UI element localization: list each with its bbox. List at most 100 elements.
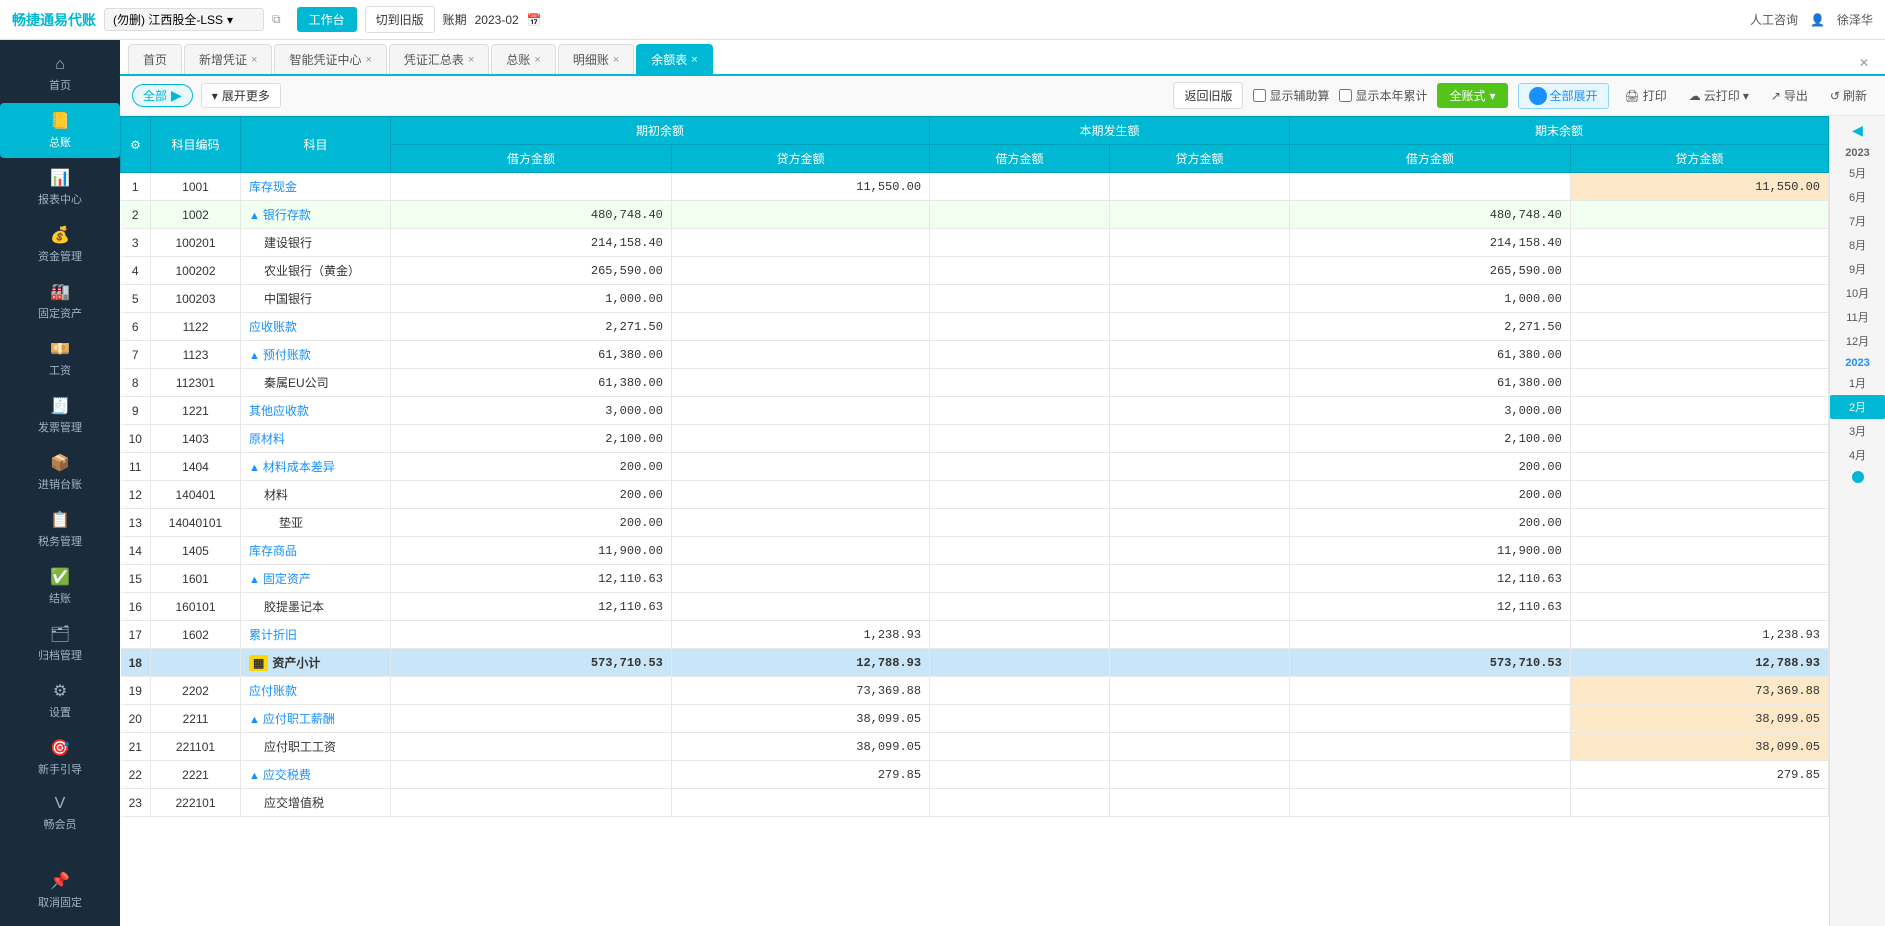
settings-header[interactable]: ⚙ — [121, 117, 151, 173]
company-selector[interactable]: (勿删) 江西股全-LSS ▾ — [104, 8, 264, 31]
sidebar-item-home[interactable]: ⌂ 首页 — [0, 48, 120, 101]
account-link[interactable]: 固定资产 — [263, 572, 311, 586]
account-link[interactable]: 应收账款 — [249, 320, 297, 334]
workbench-button[interactable]: 工作台 — [297, 7, 357, 32]
row-name[interactable]: 中国银行 — [241, 285, 391, 313]
tab-close-icon[interactable]: × — [468, 54, 474, 66]
row-name[interactable]: 原材料 — [241, 425, 391, 453]
tab-smart-voucher[interactable]: 智能凭证中心 × — [274, 44, 386, 74]
account-link[interactable]: 应付账款 — [249, 684, 297, 698]
expand-panel-icon[interactable]: ◀ — [1830, 118, 1885, 143]
table-row[interactable]: 12140401材料200.00200.00 — [121, 481, 1829, 509]
row-name[interactable]: 库存现金 — [241, 173, 391, 201]
sidebar-item-settle[interactable]: ✅ 结账 — [0, 559, 120, 614]
sidebar-item-tax[interactable]: 📋 税务管理 — [0, 502, 120, 557]
switch-version-button[interactable]: 切到旧版 — [365, 6, 435, 33]
month-5[interactable]: 5月 — [1830, 161, 1885, 185]
table-row[interactable]: 171602累计折旧1,238.931,238.93 — [121, 621, 1829, 649]
table-row[interactable]: 21221101应付职工工资38,099.0538,099.05 — [121, 733, 1829, 761]
account-link[interactable]: 库存现金 — [249, 180, 297, 194]
tab-close-icon[interactable]: × — [613, 54, 619, 66]
table-row[interactable]: 16160101胶提墨记本12,110.6312,110.63 — [121, 593, 1829, 621]
sidebar-item-settings[interactable]: ⚙ 设置 — [0, 673, 120, 728]
row-name[interactable]: ▲应交税费 — [241, 761, 391, 789]
account-link[interactable]: 累计折旧 — [249, 628, 297, 642]
month-7[interactable]: 7月 — [1830, 209, 1885, 233]
refresh-button[interactable]: ↺ 刷新 — [1824, 84, 1873, 107]
sidebar-item-purchase[interactable]: 📦 进销台账 — [0, 445, 120, 500]
table-row[interactable]: 3100201建设银行214,158.40214,158.40 — [121, 229, 1829, 257]
sidebar-item-capital[interactable]: 💰 资金管理 — [0, 217, 120, 272]
account-link[interactable]: 应付职工薪酬 — [263, 712, 335, 726]
table-row[interactable]: 141405库存商品11,900.0011,900.00 — [121, 537, 1829, 565]
row-name[interactable]: 应付职工工资 — [241, 733, 391, 761]
tab-voucher-summary[interactable]: 凭证汇总表 × — [389, 44, 489, 74]
tab-balance[interactable]: 余额表 × — [636, 44, 712, 74]
tab-home[interactable]: 首页 — [128, 44, 182, 74]
account-link[interactable]: 原材料 — [249, 432, 285, 446]
close-all-icon[interactable]: ✕ — [1851, 52, 1877, 74]
sidebar-item-ledger[interactable]: 📒 总账 — [0, 103, 120, 158]
sidebar-item-salary[interactable]: 💴 工资 — [0, 331, 120, 386]
table-row[interactable]: 21002▲银行存款480,748.40480,748.40 — [121, 201, 1829, 229]
table-row[interactable]: 111404▲材料成本差异200.00200.00 — [121, 453, 1829, 481]
tab-close-icon[interactable]: × — [534, 54, 540, 66]
row-name[interactable]: 材料 — [241, 481, 391, 509]
full-mode-button[interactable]: 全账式 ▾ — [1437, 83, 1507, 108]
tab-close-icon[interactable]: × — [251, 54, 257, 66]
sidebar-item-invoice[interactable]: 🧾 发票管理 — [0, 388, 120, 443]
table-row[interactable]: 222221▲应交税费279.85279.85 — [121, 761, 1829, 789]
month-8[interactable]: 8月 — [1830, 233, 1885, 257]
row-name[interactable]: ▲材料成本差异 — [241, 453, 391, 481]
table-row[interactable]: 5100203中国银行1,000.001,000.00 — [121, 285, 1829, 313]
row-name[interactable]: ▲应付职工薪酬 — [241, 705, 391, 733]
year-checkbox[interactable] — [1339, 89, 1352, 102]
month-9[interactable]: 9月 — [1830, 257, 1885, 281]
consult-button[interactable]: 人工咨询 — [1750, 11, 1798, 28]
account-link[interactable]: 银行存款 — [263, 208, 311, 222]
month-2[interactable]: 2月 — [1830, 395, 1885, 419]
expand-more-button[interactable]: ▾ 展开更多 — [201, 83, 281, 108]
aux-checkbox[interactable] — [1253, 89, 1266, 102]
account-link[interactable]: 应交税费 — [263, 768, 311, 782]
user-name[interactable]: 徐泽华 — [1837, 11, 1873, 28]
month-3[interactable]: 3月 — [1830, 419, 1885, 443]
sidebar-item-pin[interactable]: 📌 取消固定 — [0, 863, 120, 918]
show-aux-check[interactable]: 显示辅助算 — [1253, 87, 1329, 104]
table-row[interactable]: 71123▲预付账款61,380.0061,380.00 — [121, 341, 1829, 369]
table-row[interactable]: 61122应收账款2,271.502,271.50 — [121, 313, 1829, 341]
export-button[interactable]: ↗ 导出 — [1765, 84, 1814, 107]
row-name[interactable]: 库存商品 — [241, 537, 391, 565]
tab-detail[interactable]: 明细账 × — [558, 44, 634, 74]
row-name[interactable]: 农业银行（黄金） — [241, 257, 391, 285]
table-row[interactable]: 101403原材料2,100.002,100.00 — [121, 425, 1829, 453]
sidebar-item-archive[interactable]: 🗂 归档管理 — [0, 616, 120, 671]
row-name[interactable]: ▲银行存款 — [241, 201, 391, 229]
table-row[interactable]: 4100202农业银行（黄金）265,590.00265,590.00 — [121, 257, 1829, 285]
month-1[interactable]: 1月 — [1830, 371, 1885, 395]
table-row[interactable]: 91221其他应收款3,000.003,000.00 — [121, 397, 1829, 425]
table-row[interactable]: 23222101应交增值税 — [121, 789, 1829, 817]
calendar-icon[interactable]: 📅 — [527, 13, 542, 27]
table-row[interactable]: 1314040101垫亚200.00200.00 — [121, 509, 1829, 537]
cloud-print-button[interactable]: ☁ 云打印 ▾ — [1683, 84, 1755, 107]
month-6[interactable]: 6月 — [1830, 185, 1885, 209]
account-link[interactable]: 预付账款 — [263, 348, 311, 362]
row-name[interactable]: 其他应收款 — [241, 397, 391, 425]
account-link[interactable]: 其他应收款 — [249, 404, 309, 418]
table-row[interactable]: 192202应付账款73,369.8873,369.88 — [121, 677, 1829, 705]
row-name[interactable]: 胶提墨记本 — [241, 593, 391, 621]
tab-close-icon[interactable]: × — [365, 54, 371, 66]
row-name[interactable]: 应付账款 — [241, 677, 391, 705]
expand-all-toggle[interactable]: 全部展开 — [1518, 83, 1609, 109]
row-name[interactable]: 应交增值税 — [241, 789, 391, 817]
row-name[interactable]: 累计折旧 — [241, 621, 391, 649]
copy-icon[interactable]: ⧉ — [272, 12, 281, 27]
row-name[interactable]: ▲预付账款 — [241, 341, 391, 369]
row-name[interactable]: ▲固定资产 — [241, 565, 391, 593]
all-filter-button[interactable]: 全部 ▶ — [132, 84, 193, 107]
row-name[interactable]: 建设银行 — [241, 229, 391, 257]
sidebar-item-member[interactable]: V 畅会员 — [0, 787, 120, 840]
tab-ledger[interactable]: 总账 × — [491, 44, 555, 74]
sidebar-item-fixed[interactable]: 🏭 固定资产 — [0, 274, 120, 329]
